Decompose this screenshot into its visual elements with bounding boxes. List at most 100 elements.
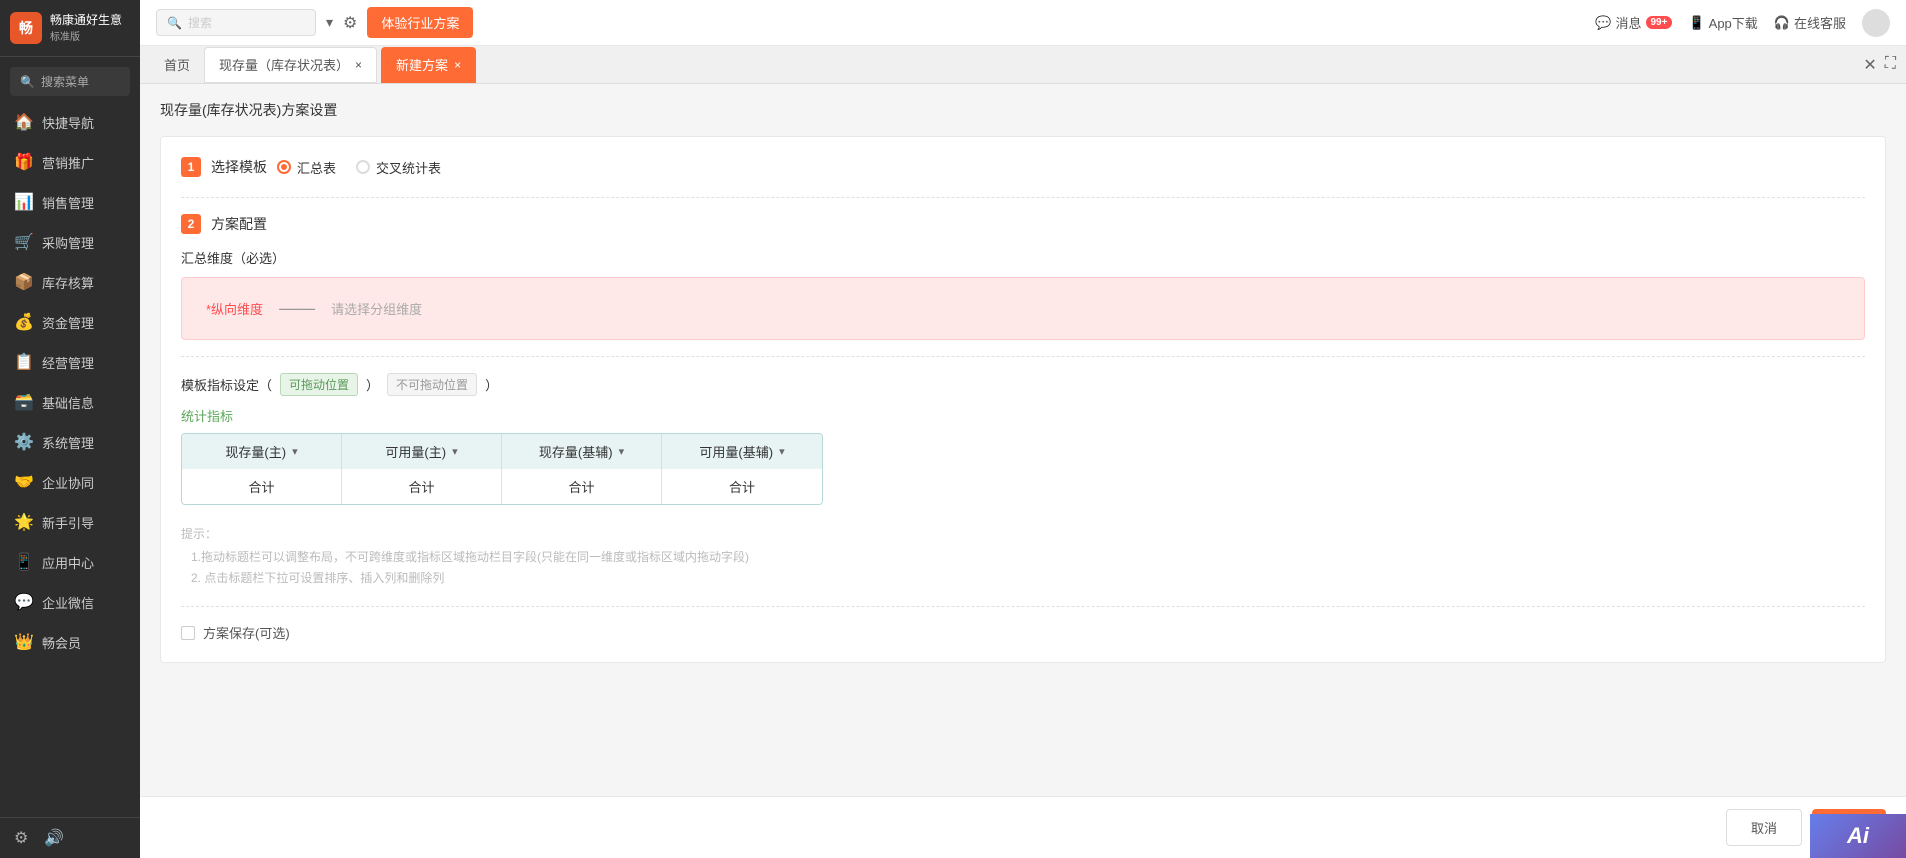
sidebar-item-shortcut[interactable]: 🏠 快捷导航: [0, 102, 140, 142]
tips-item-2: 2. 点击标题栏下拉可设置排序、插入列和删除列: [181, 569, 1865, 586]
fixed-badge: 不可拖动位置: [387, 373, 477, 396]
radio-summary-circle: [277, 160, 291, 174]
sidebar-item-basic[interactable]: 🗃️ 基础信息: [0, 382, 140, 422]
dimension-area[interactable]: *纵向维度 —— 请选择分组维度: [181, 277, 1865, 340]
tab-inventory-status[interactable]: 现存量（库存状况表） ×: [204, 47, 377, 83]
save-option: 方案保存(可选): [181, 623, 1865, 642]
dimension-arrow: ——: [279, 298, 315, 319]
tips-section: 提示： 1.拖动标题栏可以调整布局，不可跨维度或指标区域拖动栏目字段(只能在同一…: [181, 525, 1865, 586]
footer-settings-icon[interactable]: ⚙: [14, 828, 28, 848]
crown-icon: 👑: [14, 632, 34, 652]
search-icon: 🔍: [20, 75, 35, 89]
tab-close-icon[interactable]: ✕: [1863, 55, 1876, 75]
main-area: 🔍 搜索 ▾ ⚙ 体验行业方案 💬 消息 99+ 📱 App下载 🎧 在线客服: [140, 0, 1906, 858]
mobile-icon: 📱: [14, 552, 34, 572]
summary-dimension-label: 汇总维度（必选）: [181, 248, 1865, 267]
sidebar-item-contract[interactable]: 🤝 企业协同: [0, 462, 140, 502]
tab-expand-icon[interactable]: ⛶: [1885, 55, 1896, 75]
step1-badge: 1: [181, 157, 201, 177]
handshake-icon: 🤝: [14, 472, 34, 492]
sidebar-search-btn[interactable]: 🔍 搜索菜单: [10, 67, 130, 96]
tab-new-plan[interactable]: 新建方案 ×: [381, 47, 476, 83]
app-logo-icon: 畅: [10, 12, 42, 44]
money-icon: 💰: [14, 312, 34, 332]
col-current-main[interactable]: 现存量(主) ▾: [182, 434, 342, 469]
body-current-main: 合计: [182, 469, 342, 504]
col-current-aux-dropdown[interactable]: ▾: [619, 445, 625, 458]
footer-bar: 取消 查询: [140, 796, 1906, 858]
body-available-aux: 合计: [662, 469, 822, 504]
topbar: 🔍 搜索 ▾ ⚙ 体验行业方案 💬 消息 99+ 📱 App下载 🎧 在线客服: [140, 0, 1906, 46]
movable-badge: 可拖动位置: [280, 373, 358, 396]
save-checkbox[interactable]: [181, 626, 195, 640]
sidebar-item-member[interactable]: 👑 畅会员: [0, 622, 140, 662]
sidebar-item-sales[interactable]: 📊 销售管理: [0, 182, 140, 222]
topbar-gear-icon[interactable]: ⚙: [343, 13, 357, 33]
app-download-btn[interactable]: 📱 App下载: [1688, 13, 1757, 32]
col-current-aux[interactable]: 现存量(基辅) ▾: [502, 434, 662, 469]
phone-icon: 📱: [1688, 15, 1704, 31]
col-available-aux[interactable]: 可用量(基辅) ▾: [662, 434, 822, 469]
stats-table: 现存量(主) ▾ 可用量(主) ▾ 现存量(基辅) ▾: [181, 433, 823, 505]
radio-cross-circle: [356, 160, 370, 174]
home-icon: 🏠: [14, 112, 34, 132]
body-available-main: 合计: [342, 469, 502, 504]
sidebar-item-system[interactable]: ⚙️ 系统管理: [0, 422, 140, 462]
settings-card: 1 选择模板 汇总表 交叉统计表: [160, 136, 1886, 663]
step1-section: 1 选择模板 汇总表 交叉统计表: [181, 157, 1865, 177]
sidebar-item-apps[interactable]: 📱 应用中心: [0, 542, 140, 582]
save-option-label: 方案保存(可选): [203, 623, 290, 642]
col-available-main-dropdown[interactable]: ▾: [452, 445, 458, 458]
star-icon: 🌟: [14, 512, 34, 532]
sidebar: 畅 畅康通好生意 标准版 🔍 搜索菜单 🏠 快捷导航 🎁 营销推广 📊 销售管理…: [0, 0, 140, 858]
tab-inventory-close-icon[interactable]: ×: [355, 58, 362, 72]
tab-controls: ✕ ⛶: [1863, 55, 1896, 75]
topbar-dropdown-button[interactable]: ▾: [326, 14, 333, 31]
cancel-button[interactable]: 取消: [1726, 809, 1802, 846]
radio-summary[interactable]: 汇总表: [277, 158, 336, 177]
col-available-main[interactable]: 可用量(主) ▾: [342, 434, 502, 469]
database-icon: 🗃️: [14, 392, 34, 412]
step-divider-1: [181, 197, 1865, 198]
ai-float-button[interactable]: Ai: [1810, 814, 1906, 858]
topbar-search-box[interactable]: 🔍 搜索: [156, 9, 316, 36]
radio-cross[interactable]: 交叉统计表: [356, 158, 441, 177]
topbar-right: 💬 消息 99+ 📱 App下载 🎧 在线客服: [1595, 9, 1890, 37]
headset-icon: 🎧: [1774, 15, 1790, 31]
tabbar: 首页 现存量（库存状况表） × 新建方案 × ✕ ⛶: [140, 46, 1906, 84]
stats-table-body: 合计 合计 合计 合计: [182, 469, 822, 504]
tab-home[interactable]: 首页: [150, 47, 204, 82]
messages-btn[interactable]: 💬 消息 99+: [1595, 13, 1672, 32]
sidebar-footer: ⚙ 🔊: [0, 817, 140, 858]
col-available-aux-dropdown[interactable]: ▾: [779, 445, 785, 458]
message-icon: 💬: [1595, 15, 1611, 31]
topbar-search-icon: 🔍: [167, 16, 182, 30]
footer-volume-icon[interactable]: 🔊: [44, 828, 64, 848]
user-avatar[interactable]: [1862, 9, 1890, 37]
step2-header: 2 方案配置: [181, 214, 1865, 234]
col-current-main-dropdown[interactable]: ▾: [292, 445, 298, 458]
chart-icon: 📊: [14, 192, 34, 212]
sidebar-item-purchase[interactable]: 🛒 采购管理: [0, 222, 140, 262]
app-logo-text: 畅康通好生意 标准版: [50, 13, 122, 44]
step2-section: 2 方案配置 汇总维度（必选） *纵向维度 —— 请选择分组维度 模板指标设定（…: [181, 214, 1865, 586]
online-service-btn[interactable]: 🎧 在线客服: [1774, 13, 1846, 32]
dimension-placeholder: 请选择分组维度: [331, 299, 422, 318]
sidebar-item-inventory[interactable]: 📦 库存核算: [0, 262, 140, 302]
indicator-settings: 模板指标设定（ 可拖动位置 ） 不可拖动位置 ） 统计指标 现存量(主): [181, 373, 1865, 505]
step1-title: 选择模板: [211, 157, 267, 177]
sidebar-item-marketing[interactable]: 🎁 营销推广: [0, 142, 140, 182]
body-current-aux: 合计: [502, 469, 662, 504]
sidebar-item-finance[interactable]: 💰 资金管理: [0, 302, 140, 342]
sidebar-item-guide[interactable]: 🌟 新手引导: [0, 502, 140, 542]
trial-btn[interactable]: 体验行业方案: [367, 7, 473, 38]
tab-new-plan-close-icon[interactable]: ×: [454, 58, 461, 72]
dimension-required: *纵向维度: [206, 299, 263, 318]
sidebar-item-wechat[interactable]: 💬 企业微信: [0, 582, 140, 622]
gift-icon: 🎁: [14, 152, 34, 172]
sidebar-item-operations[interactable]: 📋 经营管理: [0, 342, 140, 382]
content-area: 现存量(库存状况表)方案设置 1 选择模板 汇总表 交叉统计表: [140, 84, 1906, 796]
clipboard-icon: 📋: [14, 352, 34, 372]
cart-icon: 🛒: [14, 232, 34, 252]
step2-badge: 2: [181, 214, 201, 234]
